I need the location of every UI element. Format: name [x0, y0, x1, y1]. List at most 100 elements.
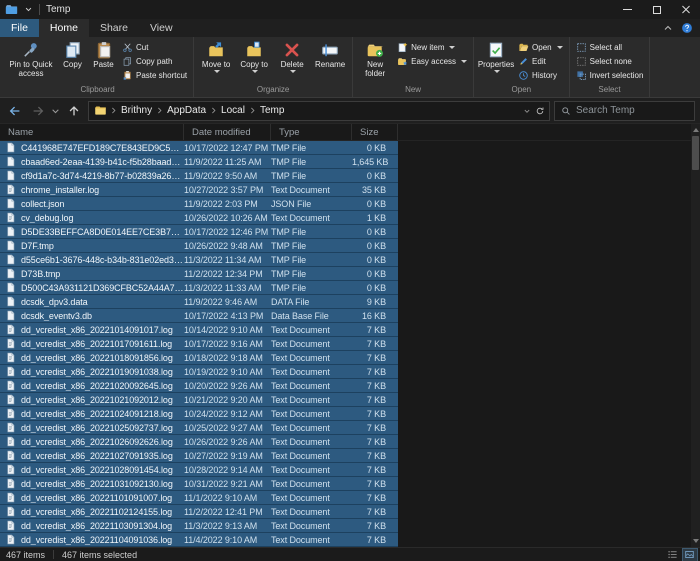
up-button[interactable]: [62, 100, 85, 122]
file-row[interactable]: cf9d1a7c-3d74-4219-8b77-b02839a26296...1…: [0, 169, 398, 183]
file-row[interactable]: dd_vcredist_x86_20221103091304.log11/3/2…: [0, 519, 398, 533]
copy-button[interactable]: Copy: [57, 38, 88, 84]
file-date-modified: 10/26/2022 9:48 AM: [184, 241, 271, 251]
move-to-label: Move to: [202, 61, 230, 70]
file-row[interactable]: dd_vcredist_x86_20221021092012.log10/21/…: [0, 393, 398, 407]
tab-file[interactable]: File: [0, 19, 39, 37]
properties-button[interactable]: Properties: [477, 38, 515, 84]
scroll-down-icon[interactable]: [693, 539, 699, 543]
collapse-ribbon-icon[interactable]: [662, 22, 674, 34]
file-row[interactable]: dd_vcredist_x86_20221014091017.log10/14/…: [0, 323, 398, 337]
open-label: Open: [532, 43, 552, 52]
select-none-label: Select none: [590, 57, 632, 66]
breadcrumb-item-appdata[interactable]: AppData: [164, 105, 209, 116]
paste-shortcut-button[interactable]: Paste shortcut: [120, 68, 189, 82]
file-row[interactable]: dd_vcredist_x86_20221031092130.log10/31/…: [0, 477, 398, 491]
file-type: TMP File: [271, 241, 352, 251]
tab-share[interactable]: Share: [89, 19, 139, 37]
refresh-button[interactable]: [535, 106, 545, 116]
window-title: Temp: [46, 4, 70, 15]
file-row[interactable]: cv_debug.log10/26/2022 10:26 AMText Docu…: [0, 211, 398, 225]
file-row[interactable]: dd_vcredist_x86_20221028091454.log10/28/…: [0, 463, 398, 477]
file-row[interactable]: d55ce6b1-3676-448c-b34b-831e02ed32d...11…: [0, 253, 398, 267]
cut-button[interactable]: Cut: [120, 40, 189, 54]
file-row[interactable]: dd_vcredist_x86_20221101091007.log11/1/2…: [0, 491, 398, 505]
copy-to-button[interactable]: Copy to: [235, 38, 273, 84]
paste-button[interactable]: Paste: [88, 38, 119, 84]
help-icon[interactable]: [681, 22, 693, 34]
scroll-up-icon[interactable]: [693, 128, 699, 132]
minimize-button[interactable]: [613, 0, 642, 19]
file-size: 7 KB: [352, 437, 392, 447]
file-row[interactable]: D5DE33BEFFCA8D0E014EE7CE3B7BD4756...10/1…: [0, 225, 398, 239]
text-document-icon: [5, 394, 16, 405]
column-header-name[interactable]: Name: [0, 124, 184, 140]
column-header-date-modified[interactable]: Date modified: [184, 124, 271, 140]
search-input[interactable]: Search Temp: [554, 101, 695, 121]
pin-to-quick-access-button[interactable]: Pin to Quick access: [5, 38, 57, 84]
open-button[interactable]: Open: [516, 40, 565, 54]
new-item-button[interactable]: New item: [395, 40, 469, 54]
details-view-button[interactable]: [666, 549, 680, 561]
file-row[interactable]: dcsdk_dpv3.data11/9/2022 9:46 AMDATA Fil…: [0, 295, 398, 309]
thumbnails-view-button[interactable]: [683, 549, 697, 561]
file-name: dd_vcredist_x86_20221018091856.log: [21, 353, 184, 363]
file-row[interactable]: dd_vcredist_x86_20221018091856.log10/18/…: [0, 351, 398, 365]
text-document-icon: [5, 492, 16, 503]
maximize-button[interactable]: [642, 0, 671, 19]
vertical-scrollbar[interactable]: [691, 124, 700, 547]
breadcrumb-item-temp[interactable]: Temp: [257, 105, 287, 116]
file-row[interactable]: dcsdk_eventv3.db10/17/2022 4:13 PMData B…: [0, 309, 398, 323]
file-row[interactable]: dd_vcredist_x86_20221019091038.log10/19/…: [0, 365, 398, 379]
file-row[interactable]: dd_vcredist_x86_20221017091611.log10/17/…: [0, 337, 398, 351]
previous-locations-button[interactable]: [522, 106, 532, 116]
edit-button[interactable]: Edit: [516, 54, 565, 68]
scrollbar-thumb[interactable]: [692, 136, 699, 170]
cut-label: Cut: [136, 43, 148, 52]
back-button[interactable]: [3, 100, 26, 122]
select-all-button[interactable]: Select all: [574, 40, 646, 54]
close-button[interactable]: [671, 0, 700, 19]
search-placeholder: Search Temp: [576, 105, 635, 116]
column-header-type[interactable]: Type: [271, 124, 352, 140]
rename-button[interactable]: Rename: [311, 38, 349, 84]
file-row[interactable]: dd_vcredist_x86_20221025092737.log10/25/…: [0, 421, 398, 435]
delete-button[interactable]: Delete: [273, 38, 311, 84]
tab-view[interactable]: View: [139, 19, 184, 37]
tab-home[interactable]: Home: [39, 19, 89, 37]
history-button[interactable]: History: [516, 68, 565, 82]
recent-locations-button[interactable]: [49, 100, 62, 122]
file-row[interactable]: D7F.tmp10/26/2022 9:48 AMTMP File0 KB: [0, 239, 398, 253]
forward-button[interactable]: [26, 100, 49, 122]
file-row[interactable]: chrome_installer.log10/27/2022 3:57 PMTe…: [0, 183, 398, 197]
file-row[interactable]: dd_vcredist_x86_20221024091218.log10/24/…: [0, 407, 398, 421]
invert-selection-button[interactable]: Invert selection: [574, 68, 646, 82]
copy-path-button[interactable]: Copy path: [120, 54, 189, 68]
file-row[interactable]: dd_vcredist_x86_20221027091935.log10/27/…: [0, 449, 398, 463]
file-size: 35 KB: [352, 185, 392, 195]
file-row[interactable]: cbaad6ed-2eaa-4139-b41c-f5b28baad666...1…: [0, 155, 398, 169]
breadcrumb-item-brithny[interactable]: Brithny: [118, 105, 155, 116]
file-row[interactable]: C441968E747EFD189C7E843ED9C5A453C...10/1…: [0, 141, 398, 155]
breadcrumb-item-local[interactable]: Local: [218, 105, 248, 116]
file-row[interactable]: dd_vcredist_x86_20221102124155.log11/2/2…: [0, 505, 398, 519]
file-row[interactable]: D500C43A931121D369CFBC52A44A7A6603...11/…: [0, 281, 398, 295]
file-row[interactable]: dd_vcredist_x86_20221020092645.log10/20/…: [0, 379, 398, 393]
column-header-size[interactable]: Size: [352, 124, 398, 140]
file-date-modified: 11/1/2022 9:10 AM: [184, 493, 271, 503]
address-bar[interactable]: Brithny AppData Local Temp: [88, 101, 550, 121]
file-row[interactable]: D73B.tmp11/2/2022 12:34 PMTMP File0 KB: [0, 267, 398, 281]
ribbon-group-select: Select allSelect noneInvert selectionSel…: [570, 37, 651, 97]
file-row[interactable]: dd_vcredist_x86_20221026092626.log10/26/…: [0, 435, 398, 449]
file-size: 0 KB: [352, 199, 392, 209]
file-row[interactable]: dd_vcredist_x86_20221104091036.log11/4/2…: [0, 533, 398, 547]
file-row[interactable]: collect.json11/9/2022 2:03 PMJSON File0 …: [0, 197, 398, 211]
easy-access-button[interactable]: Easy access: [395, 54, 469, 68]
select-none-button[interactable]: Select none: [574, 54, 646, 68]
file-type: Text Document: [271, 451, 352, 461]
file-name: D5DE33BEFFCA8D0E014EE7CE3B7BD4756...: [21, 227, 184, 237]
new-folder-button[interactable]: New folder: [356, 38, 394, 84]
cut-icon: [122, 42, 133, 53]
move-to-button[interactable]: Move to: [197, 38, 235, 84]
quick-access-toolbar-chevron-icon[interactable]: [23, 4, 34, 15]
